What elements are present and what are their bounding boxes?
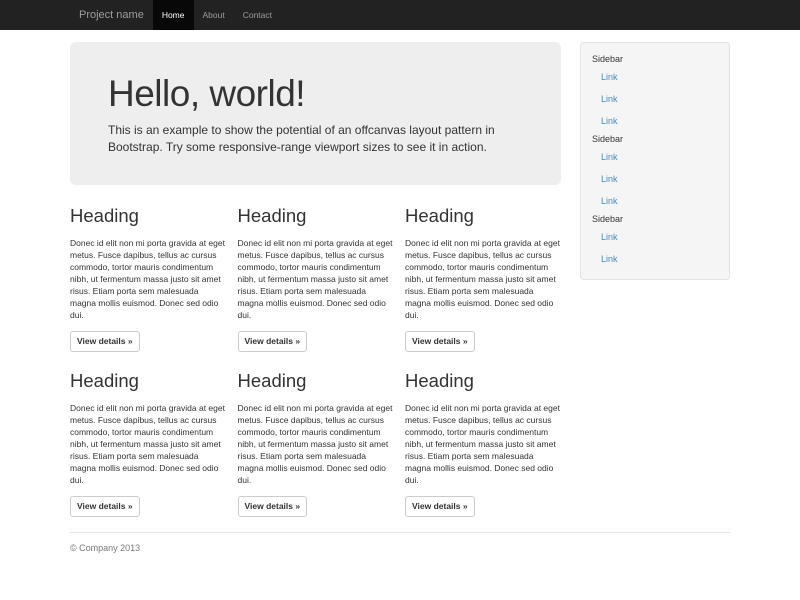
card-body-text: Donec id elit non mi porta gravida at eg… [238, 237, 394, 321]
jumbotron: Hello, world! This is an example to show… [70, 42, 561, 185]
sidebar-group-heading: Sidebar [581, 132, 729, 146]
main-content: Hello, world! This is an example to show… [70, 30, 561, 517]
sidebar-panel: Sidebar Link Link Link Sidebar Link Link… [580, 42, 730, 280]
sidebar-link[interactable]: Link [581, 248, 729, 270]
content-card: Heading Donec id elit non mi porta gravi… [405, 368, 561, 517]
page-title: Hello, world! [108, 72, 523, 116]
card-heading: Heading [70, 368, 226, 394]
content-card: Heading Donec id elit non mi porta gravi… [405, 203, 561, 352]
sidebar-link[interactable]: Link [581, 146, 729, 168]
brand-link[interactable]: Project name [70, 0, 153, 30]
page-container: Hello, world! This is an example to show… [70, 30, 730, 517]
copyright-text: © Company 2013 [70, 543, 730, 553]
sidebar-group-heading: Sidebar [581, 52, 729, 66]
card-heading: Heading [405, 203, 561, 229]
content-card: Heading Donec id elit non mi porta gravi… [70, 368, 226, 517]
nav-item-about[interactable]: About [194, 0, 234, 30]
nav-item-contact[interactable]: Contact [234, 0, 281, 30]
card-heading: Heading [238, 203, 394, 229]
card-heading: Heading [70, 203, 226, 229]
footer-container: © Company 2013 [70, 517, 730, 553]
sidebar-group-2: Sidebar Link Link Link [581, 132, 729, 212]
sidebar-link[interactable]: Link [581, 168, 729, 190]
sidebar-link[interactable]: Link [581, 190, 729, 212]
card-row-2: Heading Donec id elit non mi porta gravi… [70, 368, 561, 517]
jumbotron-text: This is an example to show the potential… [108, 122, 523, 156]
sidebar-group-1: Sidebar Link Link Link [581, 52, 729, 132]
view-details-button[interactable]: View details » [70, 331, 140, 352]
view-details-button[interactable]: View details » [405, 496, 475, 517]
view-details-button[interactable]: View details » [238, 496, 308, 517]
card-body-text: Donec id elit non mi porta gravida at eg… [70, 402, 226, 486]
sidebar-link[interactable]: Link [581, 226, 729, 248]
sidebar-link[interactable]: Link [581, 110, 729, 132]
view-details-button[interactable]: View details » [238, 331, 308, 352]
view-details-button[interactable]: View details » [70, 496, 140, 517]
sidebar-link[interactable]: Link [581, 88, 729, 110]
content-card: Heading Donec id elit non mi porta gravi… [70, 203, 226, 352]
card-body-text: Donec id elit non mi porta gravida at eg… [405, 237, 561, 321]
card-body-text: Donec id elit non mi porta gravida at eg… [70, 237, 226, 321]
navbar-menu: Home About Contact [153, 0, 281, 30]
sidebar-group-heading: Sidebar [581, 212, 729, 226]
sidebar-link[interactable]: Link [581, 66, 729, 88]
card-row-1: Heading Donec id elit non mi porta gravi… [70, 203, 561, 352]
navbar: Project name Home About Contact [0, 0, 800, 30]
sidebar: Sidebar Link Link Link Sidebar Link Link… [580, 42, 730, 280]
view-details-button[interactable]: View details » [405, 331, 475, 352]
footer: © Company 2013 [70, 532, 730, 553]
content-card: Heading Donec id elit non mi porta gravi… [238, 368, 394, 517]
nav-item-home[interactable]: Home [153, 0, 194, 30]
card-body-text: Donec id elit non mi porta gravida at eg… [238, 402, 394, 486]
card-heading: Heading [238, 368, 394, 394]
content-card: Heading Donec id elit non mi porta gravi… [238, 203, 394, 352]
navbar-container: Project name Home About Contact [70, 0, 730, 30]
sidebar-group-3: Sidebar Link Link [581, 212, 729, 270]
card-heading: Heading [405, 368, 561, 394]
card-body-text: Donec id elit non mi porta gravida at eg… [405, 402, 561, 486]
